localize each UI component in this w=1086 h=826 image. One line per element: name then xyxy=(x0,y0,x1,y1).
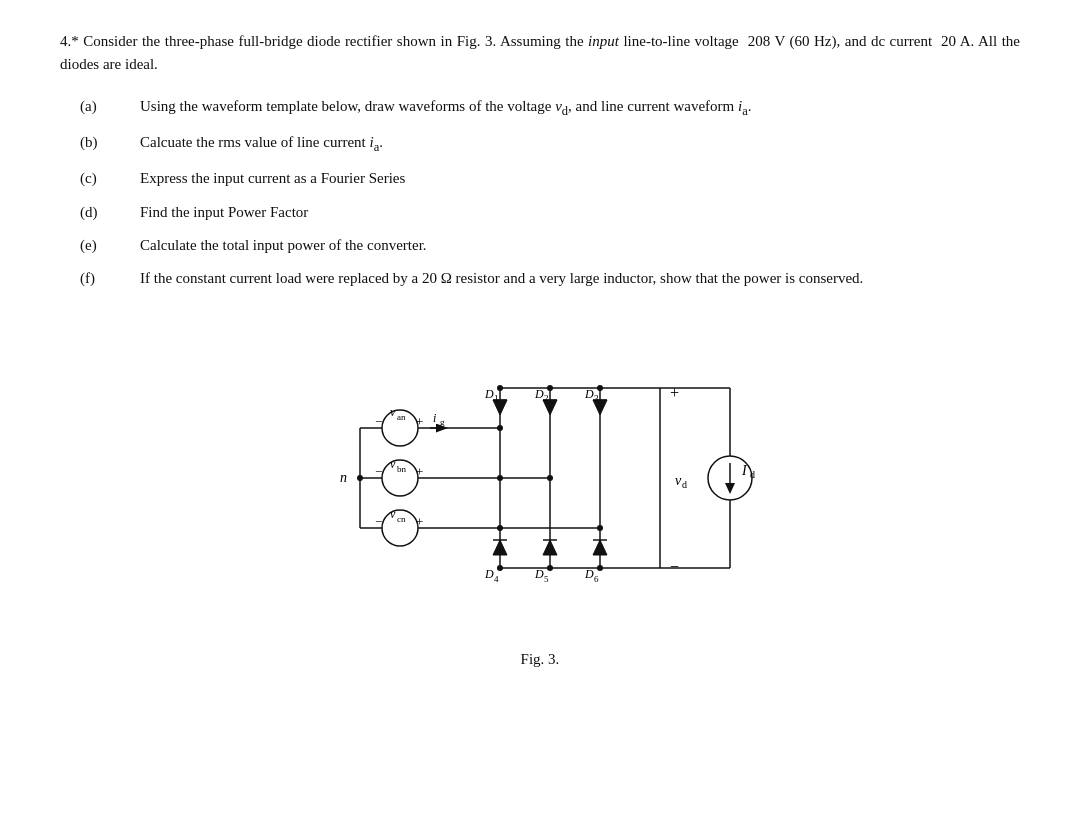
part-a-label: (a) xyxy=(80,95,140,118)
top-node-b xyxy=(547,385,553,391)
problem-intro: 4.* Consider the three-phase full-bridge… xyxy=(60,30,1020,77)
van-label: v xyxy=(390,405,396,419)
bot-node-b xyxy=(547,565,553,571)
d3-subscript: 3 xyxy=(594,393,599,403)
vd-subscript: d xyxy=(682,479,687,490)
part-e-content: Calculate the total input power of the c… xyxy=(140,234,1020,257)
vbn-minus: − xyxy=(375,464,382,479)
part-d-label: (d) xyxy=(80,201,140,224)
vbn-label: v xyxy=(390,457,396,471)
diode-d6-triangle xyxy=(593,540,607,555)
part-b-content: Calcuate the rms value of line current i… xyxy=(140,131,1020,157)
circuit-svg: v an − + v bn − + xyxy=(280,320,800,630)
bot-node-a xyxy=(497,565,503,571)
top-node-c xyxy=(597,385,603,391)
d5-subscript: 5 xyxy=(544,574,549,584)
current-source-arrow xyxy=(725,483,735,494)
part-f-content: If the constant current load were replac… xyxy=(140,267,1020,290)
bot-node-c xyxy=(597,565,603,571)
d5-label: D xyxy=(534,567,544,581)
vbn-plus: + xyxy=(416,464,423,479)
part-e: (e) Calculate the total input power of t… xyxy=(80,234,1020,257)
part-a-content: Using the waveform template below, draw … xyxy=(140,95,1020,121)
minus-label: − xyxy=(670,558,679,575)
d1-label: D xyxy=(484,387,494,401)
node-c-mid xyxy=(597,525,603,531)
part-d: (d) Find the input Power Factor xyxy=(80,201,1020,224)
circuit-diagram: v an − + v bn − + xyxy=(280,320,800,637)
d1-subscript: 1 xyxy=(494,393,499,403)
circuit-figure: v an − + v bn − + xyxy=(60,320,1020,637)
neutral-node xyxy=(357,475,363,481)
vbn-subscript: bn xyxy=(397,464,407,474)
part-b-label: (b) xyxy=(80,131,140,154)
van-subscript: an xyxy=(397,412,406,422)
d4-label: D xyxy=(484,567,494,581)
vcn-subscript: cn xyxy=(397,514,406,524)
diode-d5-triangle xyxy=(543,540,557,555)
van-minus: − xyxy=(375,414,382,429)
problem-number: 4.* xyxy=(60,33,79,49)
part-c-label: (c) xyxy=(80,167,140,190)
part-c-content: Express the input current as a Fourier S… xyxy=(140,167,1020,190)
d2-label: D xyxy=(534,387,544,401)
id-subscript: d xyxy=(750,469,755,480)
ia-label: i xyxy=(433,411,436,425)
ia-subscript: g xyxy=(440,417,445,427)
neutral-label: n xyxy=(340,470,347,485)
d6-subscript: 6 xyxy=(594,574,599,584)
part-a: (a) Using the waveform template below, d… xyxy=(80,95,1020,121)
node-b-mid xyxy=(547,475,553,481)
part-e-label: (e) xyxy=(80,234,140,257)
vcn-label: v xyxy=(390,507,396,521)
d6-label: D xyxy=(584,567,594,581)
d2-subscript: 2 xyxy=(544,393,549,403)
d4-subscript: 4 xyxy=(494,574,499,584)
parts-list: (a) Using the waveform template below, d… xyxy=(80,95,1020,291)
d3-label: D xyxy=(584,387,594,401)
top-node-a xyxy=(497,385,503,391)
part-f-label: (f) xyxy=(80,267,140,290)
diode-d4-triangle xyxy=(493,540,507,555)
vcn-minus: − xyxy=(375,514,382,529)
part-c: (c) Express the input current as a Fouri… xyxy=(80,167,1020,190)
van-plus: + xyxy=(416,414,423,429)
figure-caption: Fig. 3. xyxy=(60,648,1020,671)
vd-label: v xyxy=(675,473,682,488)
part-d-content: Find the input Power Factor xyxy=(140,201,1020,224)
problem-intro-text: Consider the three-phase full-bridge dio… xyxy=(60,33,1020,72)
part-b: (b) Calcuate the rms value of line curre… xyxy=(80,131,1020,157)
id-label: I xyxy=(741,463,748,478)
part-f: (f) If the constant current load were re… xyxy=(80,267,1020,290)
problem-text: 4.* Consider the three-phase full-bridge… xyxy=(60,30,1020,671)
vcn-plus: + xyxy=(416,514,423,529)
plus-label: + xyxy=(670,384,679,401)
